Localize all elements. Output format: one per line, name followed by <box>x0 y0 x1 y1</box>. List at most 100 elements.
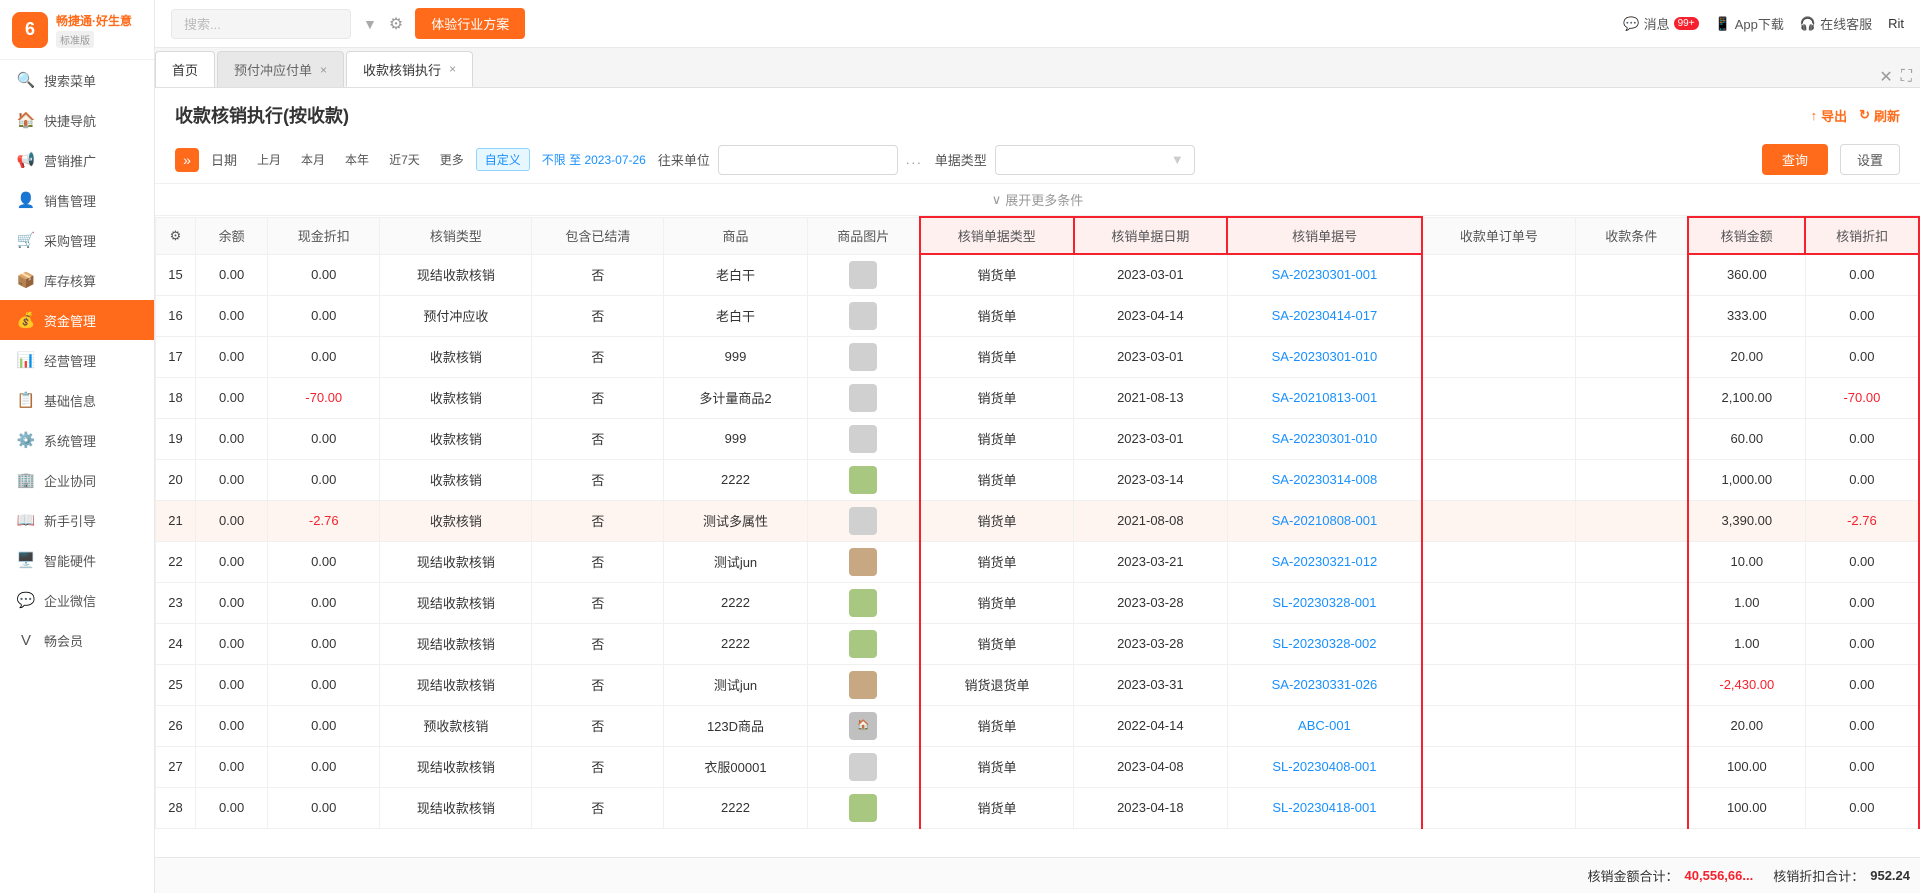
cell-voucher-no[interactable]: SA-20230331-026 <box>1227 664 1422 705</box>
date-btn-last-month[interactable]: 上月 <box>249 149 289 170</box>
voucher-no-link[interactable]: SA-20230301-010 <box>1272 349 1378 364</box>
dropdown-icon[interactable]: ▼ <box>363 16 377 32</box>
tab-expand-icon[interactable]: ⛶ <box>1901 68 1912 86</box>
tab-receipt[interactable]: 收款核销执行 × <box>346 51 473 87</box>
sidebar-item-wechat[interactable]: 💬 企业微信 <box>0 580 154 620</box>
tab-close-all-icon[interactable]: ✕ <box>1879 67 1892 87</box>
export-button[interactable]: ↑ 导出 <box>1811 106 1848 125</box>
cell-goods-img <box>807 623 920 664</box>
finance-icon: 💰 <box>16 310 36 330</box>
voucher-no-link[interactable]: SA-20230414-017 <box>1272 308 1378 323</box>
voucher-no-link[interactable]: SL-20230328-001 <box>1272 595 1376 610</box>
voucher-type-label: 单据类型 <box>935 150 987 169</box>
col-settings[interactable]: ⚙ <box>156 217 196 254</box>
cell-voucher-no[interactable]: SA-20230314-008 <box>1227 459 1422 500</box>
app-download-button[interactable]: 📱 App下载 <box>1715 14 1784 33</box>
tab-prepay-close[interactable]: × <box>320 63 327 77</box>
sidebar-item-hardware[interactable]: 🖥️ 智能硬件 <box>0 540 154 580</box>
sidebar-item-search[interactable]: 🔍 搜索菜单 <box>0 60 154 100</box>
cell-cancel-type: 现结收款核销 <box>380 582 532 623</box>
sidebar-item-member[interactable]: V 畅会员 <box>0 620 154 660</box>
sidebar-label-search: 搜索菜单 <box>44 71 96 90</box>
solution-button[interactable]: 体验行业方案 <box>415 8 525 39</box>
sidebar-label-finance: 资金管理 <box>44 311 96 330</box>
cell-voucher-no[interactable]: SL-20230328-001 <box>1227 582 1422 623</box>
cell-voucher-no[interactable]: SA-20230321-012 <box>1227 541 1422 582</box>
cell-voucher-no[interactable]: SL-20230408-001 <box>1227 746 1422 787</box>
cell-cancel-amount: -2,430.00 <box>1688 664 1805 705</box>
cell-voucher-no[interactable]: SA-20230301-001 <box>1227 254 1422 295</box>
sidebar-item-guide[interactable]: 📖 新手引导 <box>0 500 154 540</box>
cell-voucher-no[interactable]: SL-20230328-002 <box>1227 623 1422 664</box>
cell-goods: 衣服00001 <box>664 746 807 787</box>
sidebar-item-operation[interactable]: 📊 经营管理 <box>0 340 154 380</box>
cell-cancel-discount: 0.00 <box>1805 418 1919 459</box>
table-footer: 核销金额合计： 40,556,66... 核销折扣合计： 952.24 <box>155 857 1920 893</box>
data-table: ⚙ 余额 现金折扣 核销类型 包含已结清 商品 商品图片 核销单据类型 核销单据… <box>155 216 1920 829</box>
sidebar-item-nav[interactable]: 🏠 快捷导航 <box>0 100 154 140</box>
voucher-no-link[interactable]: SL-20230408-001 <box>1272 759 1376 774</box>
cell-goods: 测试jun <box>664 541 807 582</box>
tab-receipt-close[interactable]: × <box>449 62 456 76</box>
date-btn-this-year[interactable]: 本年 <box>337 149 377 170</box>
cell-voucher-no[interactable]: SA-20210813-001 <box>1227 377 1422 418</box>
voucher-no-link[interactable]: SA-20230314-008 <box>1272 472 1378 487</box>
set-button[interactable]: 设置 <box>1840 144 1900 175</box>
sidebar-item-enterprise[interactable]: 🏢 企业协同 <box>0 460 154 500</box>
sidebar-item-system[interactable]: ⚙️ 系统管理 <box>0 420 154 460</box>
cell-voucher-no[interactable]: SA-20210808-001 <box>1227 500 1422 541</box>
sidebar-item-sales[interactable]: 👤 销售管理 <box>0 180 154 220</box>
table-row: 19 0.00 0.00 收款核销 否 999 销货单 2023-03-01 S… <box>156 418 1920 459</box>
voucher-no-link[interactable]: SA-20210813-001 <box>1272 390 1378 405</box>
cell-goods: 2222 <box>664 623 807 664</box>
voucher-no-link[interactable]: SA-20230321-012 <box>1272 554 1378 569</box>
refresh-button[interactable]: ↻ 刷新 <box>1859 106 1900 125</box>
user-name[interactable]: Rit <box>1888 16 1904 31</box>
voucher-no-link[interactable]: SL-20230418-001 <box>1272 800 1376 815</box>
cell-include-settled: 否 <box>532 336 664 377</box>
voucher-no-link[interactable]: ABC-001 <box>1298 718 1351 733</box>
from-unit-input[interactable] <box>718 145 898 175</box>
page-title-text: 收款核销执行(按收款) <box>175 102 349 128</box>
voucher-no-link[interactable]: SA-20230301-010 <box>1272 431 1378 446</box>
voucher-no-link[interactable]: SA-20230331-026 <box>1272 677 1378 692</box>
cell-cancel-amount: 100.00 <box>1688 746 1805 787</box>
marketing-icon: 📢 <box>16 150 36 170</box>
col-goods-img: 商品图片 <box>807 217 920 254</box>
col-cancel-type: 核销类型 <box>380 217 532 254</box>
col-include-settled: 包含已结清 <box>532 217 664 254</box>
cell-voucher-no[interactable]: ABC-001 <box>1227 705 1422 746</box>
date-btn-this-month[interactable]: 本月 <box>293 149 333 170</box>
cell-voucher-no[interactable]: SA-20230414-017 <box>1227 295 1422 336</box>
table-row: 23 0.00 0.00 现结收款核销 否 2222 销货单 2023-03-2… <box>156 582 1920 623</box>
cell-voucher-no[interactable]: SL-20230418-001 <box>1227 787 1422 828</box>
filter-toggle-button[interactable]: » <box>175 148 199 172</box>
cell-voucher-no[interactable]: SA-20230301-010 <box>1227 336 1422 377</box>
expand-conditions-button[interactable]: ∨ 展开更多条件 <box>992 190 1084 209</box>
sidebar-item-inventory[interactable]: 📦 库存核算 <box>0 260 154 300</box>
sidebar-item-finance[interactable]: 💰 资金管理 <box>0 300 154 340</box>
query-button[interactable]: 查询 <box>1762 144 1828 175</box>
message-button[interactable]: 💬 消息 99+ <box>1623 14 1698 33</box>
voucher-no-link[interactable]: SA-20210808-001 <box>1272 513 1378 528</box>
voucher-type-select[interactable]: ▼ <box>995 145 1195 175</box>
col-balance: 余额 <box>196 217 268 254</box>
date-btn-more[interactable]: 更多 <box>432 149 472 170</box>
sidebar-item-purchase[interactable]: 🛒 采购管理 <box>0 220 154 260</box>
tab-home[interactable]: 首页 <box>155 51 215 87</box>
voucher-no-link[interactable]: SL-20230328-002 <box>1272 636 1376 651</box>
sidebar-item-basic[interactable]: 📋 基础信息 <box>0 380 154 420</box>
cell-receipt-order <box>1422 787 1575 828</box>
online-service-button[interactable]: 🎧 在线客服 <box>1800 14 1872 33</box>
sidebar-item-marketing[interactable]: 📢 营销推广 <box>0 140 154 180</box>
system-icon: ⚙️ <box>16 430 36 450</box>
date-btn-custom[interactable]: 自定义 <box>476 148 530 171</box>
cell-balance: 0.00 <box>196 541 268 582</box>
gear-icon[interactable]: ⚙ <box>389 14 403 34</box>
voucher-no-link[interactable]: SA-20230301-001 <box>1272 267 1378 282</box>
tab-prepay[interactable]: 预付冲应付单 × <box>217 51 344 87</box>
cell-cash-discount: 0.00 <box>268 459 380 500</box>
cell-voucher-type: 销货单 <box>920 336 1074 377</box>
cell-voucher-no[interactable]: SA-20230301-010 <box>1227 418 1422 459</box>
date-btn-7days[interactable]: 近7天 <box>381 149 428 170</box>
